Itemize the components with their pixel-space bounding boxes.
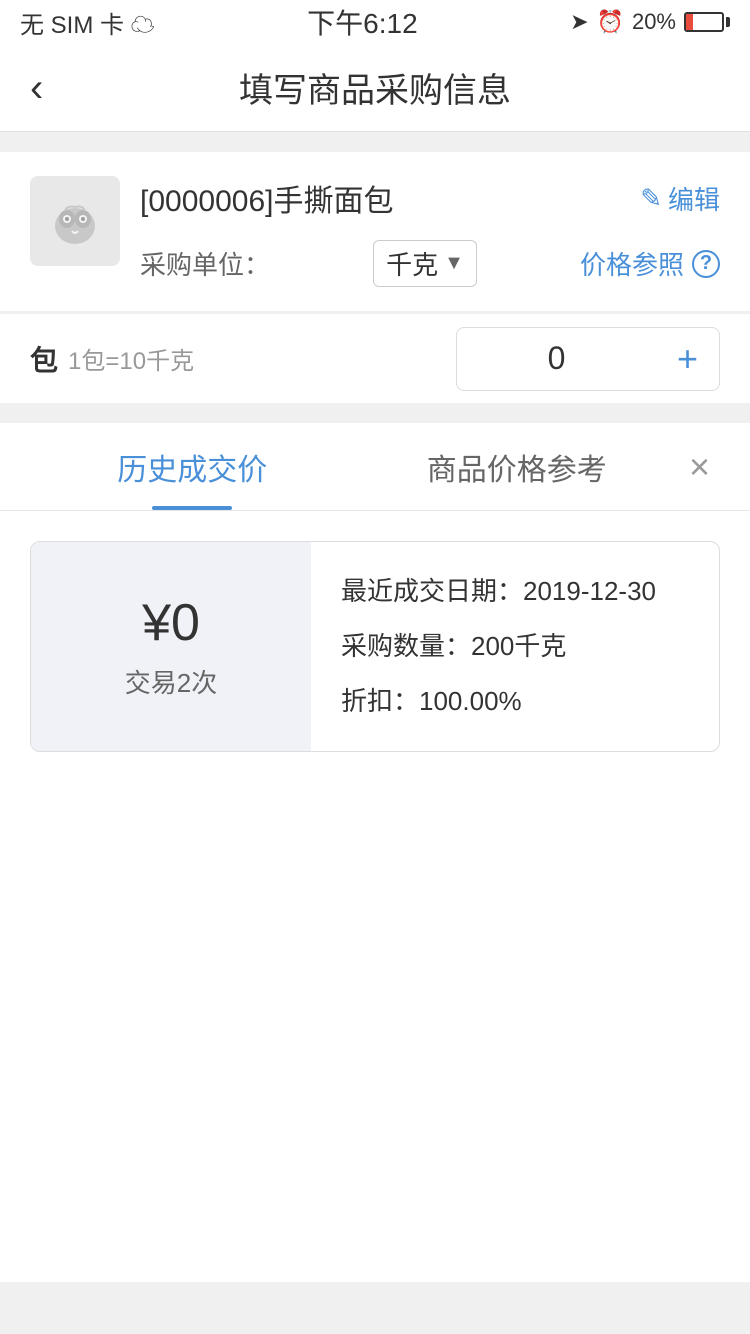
tab-history-price[interactable]: 历史成交价 [30, 423, 354, 510]
nav-bar: ‹ 填写商品采购信息 [0, 44, 750, 132]
quantity-equiv: 1包=10千克 [68, 341, 194, 376]
status-bar: 无 SIM 卡 ☁ 下午6:12 ➤ ⏰ 20% [0, 0, 750, 44]
purchase-qty-label: 采购数量： [341, 631, 471, 661]
price-card-left: ¥0 交易2次 [31, 542, 311, 751]
product-header: [0000006]手撕面包 ✎ 编辑 采购单位： 千克 ▼ 价格参照 ? [30, 176, 720, 287]
dropdown-arrow-icon: ▼ [444, 252, 464, 275]
price-card-right: 最近成交日期：2019-12-30 采购数量：200千克 折扣：100.00% [311, 542, 719, 751]
tab-active-underline [152, 506, 232, 510]
quantity-unit: 包 [30, 339, 58, 379]
unit-select[interactable]: 千克 ▼ [373, 240, 477, 287]
discount-row: 折扣：100.00% [341, 682, 689, 721]
quantity-label-wrap: 包 1包=10千克 [30, 339, 194, 379]
price-amount: ¥0 [142, 593, 200, 653]
quantity-input[interactable]: 0 [456, 327, 656, 391]
price-ref-label: 价格参照 [580, 245, 684, 282]
price-ref-help-icon: ? [692, 250, 720, 278]
recent-date-label: 最近成交日期： [341, 576, 523, 606]
tabs-section: 历史成交价 商品价格参考 × ¥0 交易2次 最近成交日期：2019-12-30… [0, 423, 750, 782]
discount-label: 折扣： [341, 686, 419, 716]
alarm-icon: ⏰ [597, 9, 624, 35]
status-right: ➤ ⏰ 20% [570, 9, 730, 35]
price-card: ¥0 交易2次 最近成交日期：2019-12-30 采购数量：200千克 折扣：… [30, 541, 720, 752]
quantity-controls: 0 + [456, 327, 720, 391]
recent-date-row: 最近成交日期：2019-12-30 [341, 572, 689, 611]
tab-close-button[interactable]: × [679, 446, 720, 488]
purchase-unit-label: 采购单位： [140, 245, 270, 282]
battery-indicator [684, 12, 730, 32]
location-icon: ➤ [570, 9, 588, 35]
tab-price-ref-label: 商品价格参考 [427, 445, 607, 489]
product-name-row: [0000006]手撕面包 ✎ 编辑 [140, 176, 720, 220]
quantity-section: 包 1包=10千克 0 + [0, 313, 750, 403]
tab-content: ¥0 交易2次 最近成交日期：2019-12-30 采购数量：200千克 折扣：… [0, 511, 750, 782]
tab-product-price-ref[interactable]: 商品价格参考 [354, 423, 678, 510]
purchase-qty-value: 200千克 [471, 631, 566, 661]
price-ref-button[interactable]: 价格参照 ? [580, 245, 720, 282]
edit-button[interactable]: ✎ 编辑 [640, 180, 720, 217]
purchase-qty-row: 采购数量：200千克 [341, 627, 689, 666]
recent-date-value: 2019-12-30 [523, 576, 656, 606]
price-transaction-count: 交易2次 [125, 663, 217, 700]
unit-value: 千克 [386, 245, 438, 282]
product-logo-icon [45, 191, 105, 251]
purchase-unit-row: 采购单位： 千克 ▼ 价格参照 ? [140, 240, 720, 287]
back-button[interactable]: ‹ [30, 68, 43, 108]
product-info: [0000006]手撕面包 ✎ 编辑 采购单位： 千克 ▼ 价格参照 ? [140, 176, 720, 287]
status-left: 无 SIM 卡 ☁ [20, 5, 155, 40]
product-thumbnail [30, 176, 120, 266]
battery-pct: 20% [632, 9, 676, 35]
quantity-plus-button[interactable]: + [656, 327, 720, 391]
tabs-header: 历史成交价 商品价格参考 × [0, 423, 750, 511]
status-time: 下午6:12 [307, 2, 418, 42]
product-card: [0000006]手撕面包 ✎ 编辑 采购单位： 千克 ▼ 价格参照 ? [0, 152, 750, 311]
discount-value: 100.00% [419, 686, 522, 716]
edit-icon: ✎ [640, 183, 662, 214]
bottom-area [0, 782, 750, 1282]
sim-label: 无 SIM 卡 ☁ [20, 5, 155, 40]
tab-history-label: 历史成交价 [117, 445, 267, 489]
price-value: 0 [171, 594, 200, 652]
page-title: 填写商品采购信息 [239, 63, 511, 112]
product-name: [0000006]手撕面包 [140, 176, 393, 220]
edit-label: 编辑 [668, 180, 720, 217]
price-currency: ¥ [142, 594, 171, 652]
